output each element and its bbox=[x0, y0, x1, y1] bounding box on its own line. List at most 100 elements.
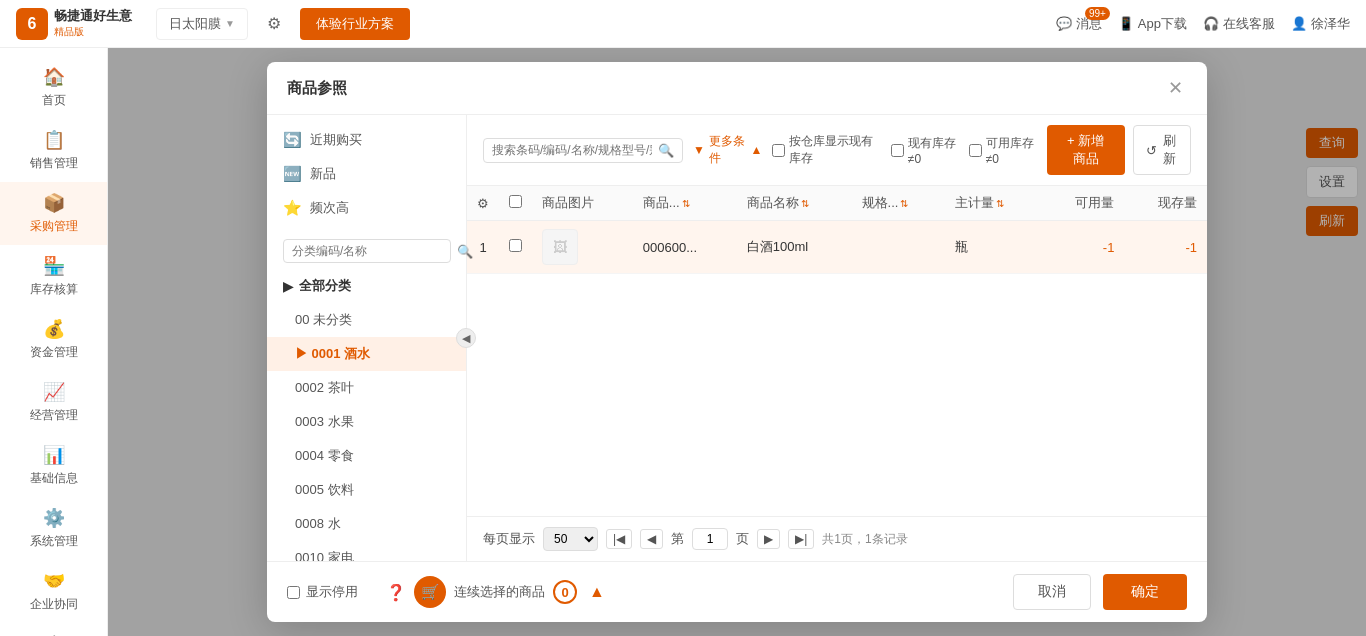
sidebar-item-label: 库存核算 bbox=[30, 281, 78, 298]
prev-page-button[interactable]: ◀ bbox=[640, 529, 663, 549]
category-search-input[interactable] bbox=[283, 239, 451, 263]
settings-icon[interactable]: ⚙ bbox=[260, 10, 288, 38]
category-item-0005[interactable]: 0005 饮料 bbox=[267, 473, 466, 507]
search-input[interactable] bbox=[492, 143, 652, 157]
sidebar-item-guide[interactable]: 🎓 新手引导 bbox=[0, 623, 107, 636]
per-page-select[interactable]: 50 100 bbox=[543, 527, 598, 551]
table-row[interactable]: 1 🖼 000600... 白酒100ml bbox=[467, 221, 1207, 274]
nav-dropdown[interactable]: 日太阳膜 ▼ bbox=[156, 8, 248, 40]
col-image: 商品图片 bbox=[532, 186, 633, 221]
panel-collapse-button[interactable]: ◀ bbox=[456, 328, 476, 348]
row-checkbox[interactable] bbox=[499, 221, 532, 274]
col-unit[interactable]: 主计量⇅ bbox=[945, 186, 1042, 221]
main-layout: 🏠 首页 📋 销售管理 📦 采购管理 🏪 库存核算 💰 资金管理 📈 经营管理 … bbox=[0, 48, 1366, 636]
col-checkbox bbox=[499, 186, 532, 221]
category-search-icon[interactable]: 🔍 bbox=[457, 244, 473, 259]
filter-label: 更多条件 bbox=[709, 133, 746, 167]
product-table: ⚙ 商品图片 商品...⇅ 商品名称⇅ 规格...⇅ 主计量⇅ 可用量 现存量 bbox=[467, 186, 1207, 274]
all-categories-label: 全部分类 bbox=[299, 277, 351, 295]
username-label: 徐泽华 bbox=[1311, 15, 1350, 33]
category-item-0004[interactable]: 0004 零食 bbox=[267, 439, 466, 473]
search-icon[interactable]: 🔍 bbox=[658, 143, 674, 158]
modal-close-button[interactable]: ✕ bbox=[1163, 76, 1187, 100]
sidebar-item-purchase[interactable]: 📦 采购管理 bbox=[0, 182, 107, 245]
stock-display-label: 按仓库显示现有库存 bbox=[789, 133, 881, 167]
select-all-checkbox[interactable] bbox=[509, 195, 522, 208]
cart-area[interactable]: ❓ 🛒 连续选择的商品 0 ▲ bbox=[386, 576, 605, 608]
category-item-0008[interactable]: 0008 水 bbox=[267, 507, 466, 541]
new-items-item[interactable]: 🆕 新品 bbox=[267, 157, 466, 191]
frequent-item[interactable]: ⭐ 频次高 bbox=[267, 191, 466, 225]
avail-stock-input[interactable] bbox=[891, 144, 904, 157]
row-code: 000600... bbox=[633, 221, 737, 274]
category-item-0003[interactable]: 0003 水果 bbox=[267, 405, 466, 439]
frequent-label: 频次高 bbox=[310, 199, 349, 217]
help-icon: ❓ bbox=[386, 583, 406, 602]
headset-icon: 🎧 bbox=[1203, 16, 1219, 31]
sidebar-item-home[interactable]: 🏠 首页 bbox=[0, 56, 107, 119]
avail-stock-checkbox[interactable]: 现有库存≠0 bbox=[891, 135, 959, 166]
sidebar-item-label: 基础信息 bbox=[30, 470, 78, 487]
online-service-item[interactable]: 🎧 在线客服 bbox=[1203, 15, 1275, 33]
show-disabled-label: 显示停用 bbox=[306, 583, 358, 601]
add-product-button[interactable]: + 新增商品 bbox=[1047, 125, 1125, 175]
per-page-label: 每页显示 bbox=[483, 530, 535, 548]
usable-stock-checkbox[interactable]: 可用库存≠0 bbox=[969, 135, 1037, 166]
next-page-button[interactable]: ▶ bbox=[757, 529, 780, 549]
expand-icon: ▶ bbox=[283, 279, 293, 294]
show-disabled-input[interactable] bbox=[287, 586, 300, 599]
total-info: 共1页，1条记录 bbox=[822, 531, 907, 548]
modal-header: 商品参照 ✕ bbox=[267, 62, 1207, 115]
sidebar-item-collab[interactable]: 🤝 企业协同 bbox=[0, 560, 107, 623]
sidebar-item-basic-info[interactable]: 📊 基础信息 bbox=[0, 434, 107, 497]
show-disabled-checkbox[interactable]: 显示停用 bbox=[287, 583, 358, 601]
category-search-row: 🔍 bbox=[267, 233, 466, 269]
col-code[interactable]: 商品...⇅ bbox=[633, 186, 737, 221]
col-avail[interactable]: 可用量 bbox=[1042, 186, 1125, 221]
chevron-down-icon: ▼ bbox=[225, 18, 235, 29]
app-download-item[interactable]: 📱 App下载 bbox=[1118, 15, 1187, 33]
recent-buy-item[interactable]: 🔄 近期购买 bbox=[267, 123, 466, 157]
cancel-button[interactable]: 取消 bbox=[1013, 574, 1091, 610]
notifications-item[interactable]: 💬 消息 99+ bbox=[1056, 15, 1102, 33]
frequent-icon: ⭐ bbox=[283, 199, 302, 217]
category-item-0010[interactable]: 0010 家电 bbox=[267, 541, 466, 561]
row-unit: 瓶 bbox=[945, 221, 1042, 274]
stock-display-checkbox[interactable]: 按仓库显示现有库存 bbox=[772, 133, 881, 167]
stock-display-input[interactable] bbox=[772, 144, 785, 157]
col-spec[interactable]: 规格...⇅ bbox=[852, 186, 946, 221]
experience-button[interactable]: 体验行业方案 bbox=[300, 8, 410, 40]
purchase-icon: 📦 bbox=[43, 192, 65, 214]
row-name: 白酒100ml bbox=[737, 221, 852, 274]
first-page-button[interactable]: |◀ bbox=[606, 529, 632, 549]
row-avail: -1 bbox=[1042, 221, 1125, 274]
sidebar-item-inventory[interactable]: 🏪 库存核算 bbox=[0, 245, 107, 308]
refresh-button[interactable]: ↺ 刷新 bbox=[1133, 125, 1191, 175]
filter-button[interactable]: ▼ 更多条件 ▲ bbox=[693, 133, 762, 167]
last-page-button[interactable]: ▶| bbox=[788, 529, 814, 549]
app-download-label: App下载 bbox=[1138, 15, 1187, 33]
bell-icon: 💬 bbox=[1056, 16, 1072, 31]
usable-stock-input[interactable] bbox=[969, 144, 982, 157]
user-profile-item[interactable]: 👤 徐泽华 bbox=[1291, 15, 1350, 33]
col-settings[interactable]: ⚙ bbox=[467, 186, 499, 221]
categories-list: ▶ 全部分类 00 未分类 ▶ 0001 酒水 0002 茶叶 0003 水果 … bbox=[267, 269, 466, 561]
col-name[interactable]: 商品名称⇅ bbox=[737, 186, 852, 221]
col-stock[interactable]: 现存量 bbox=[1124, 186, 1207, 221]
confirm-button[interactable]: 确定 bbox=[1103, 574, 1187, 610]
online-service-label: 在线客服 bbox=[1223, 15, 1275, 33]
category-item-00[interactable]: 00 未分类 bbox=[267, 303, 466, 337]
logo-text: 畅捷通好生意 bbox=[54, 8, 132, 25]
sidebar-item-finance[interactable]: 💰 资金管理 bbox=[0, 308, 107, 371]
sidebar-item-sales[interactable]: 📋 销售管理 bbox=[0, 119, 107, 182]
page-suffix: 页 bbox=[736, 530, 749, 548]
cart-collapse-icon[interactable]: ▲ bbox=[589, 583, 605, 601]
sidebar-item-operations[interactable]: 📈 经营管理 bbox=[0, 371, 107, 434]
modal-right-panel: 🔍 ▼ 更多条件 ▲ 按仓库显示现有库存 bbox=[467, 115, 1207, 561]
product-image-placeholder: 🖼 bbox=[542, 229, 578, 265]
category-item-0002[interactable]: 0002 茶叶 bbox=[267, 371, 466, 405]
category-item-0001[interactable]: ▶ 0001 酒水 bbox=[267, 337, 466, 371]
page-input[interactable] bbox=[692, 528, 728, 550]
sidebar-item-system[interactable]: ⚙️ 系统管理 bbox=[0, 497, 107, 560]
all-categories-item[interactable]: ▶ 全部分类 bbox=[267, 269, 466, 303]
